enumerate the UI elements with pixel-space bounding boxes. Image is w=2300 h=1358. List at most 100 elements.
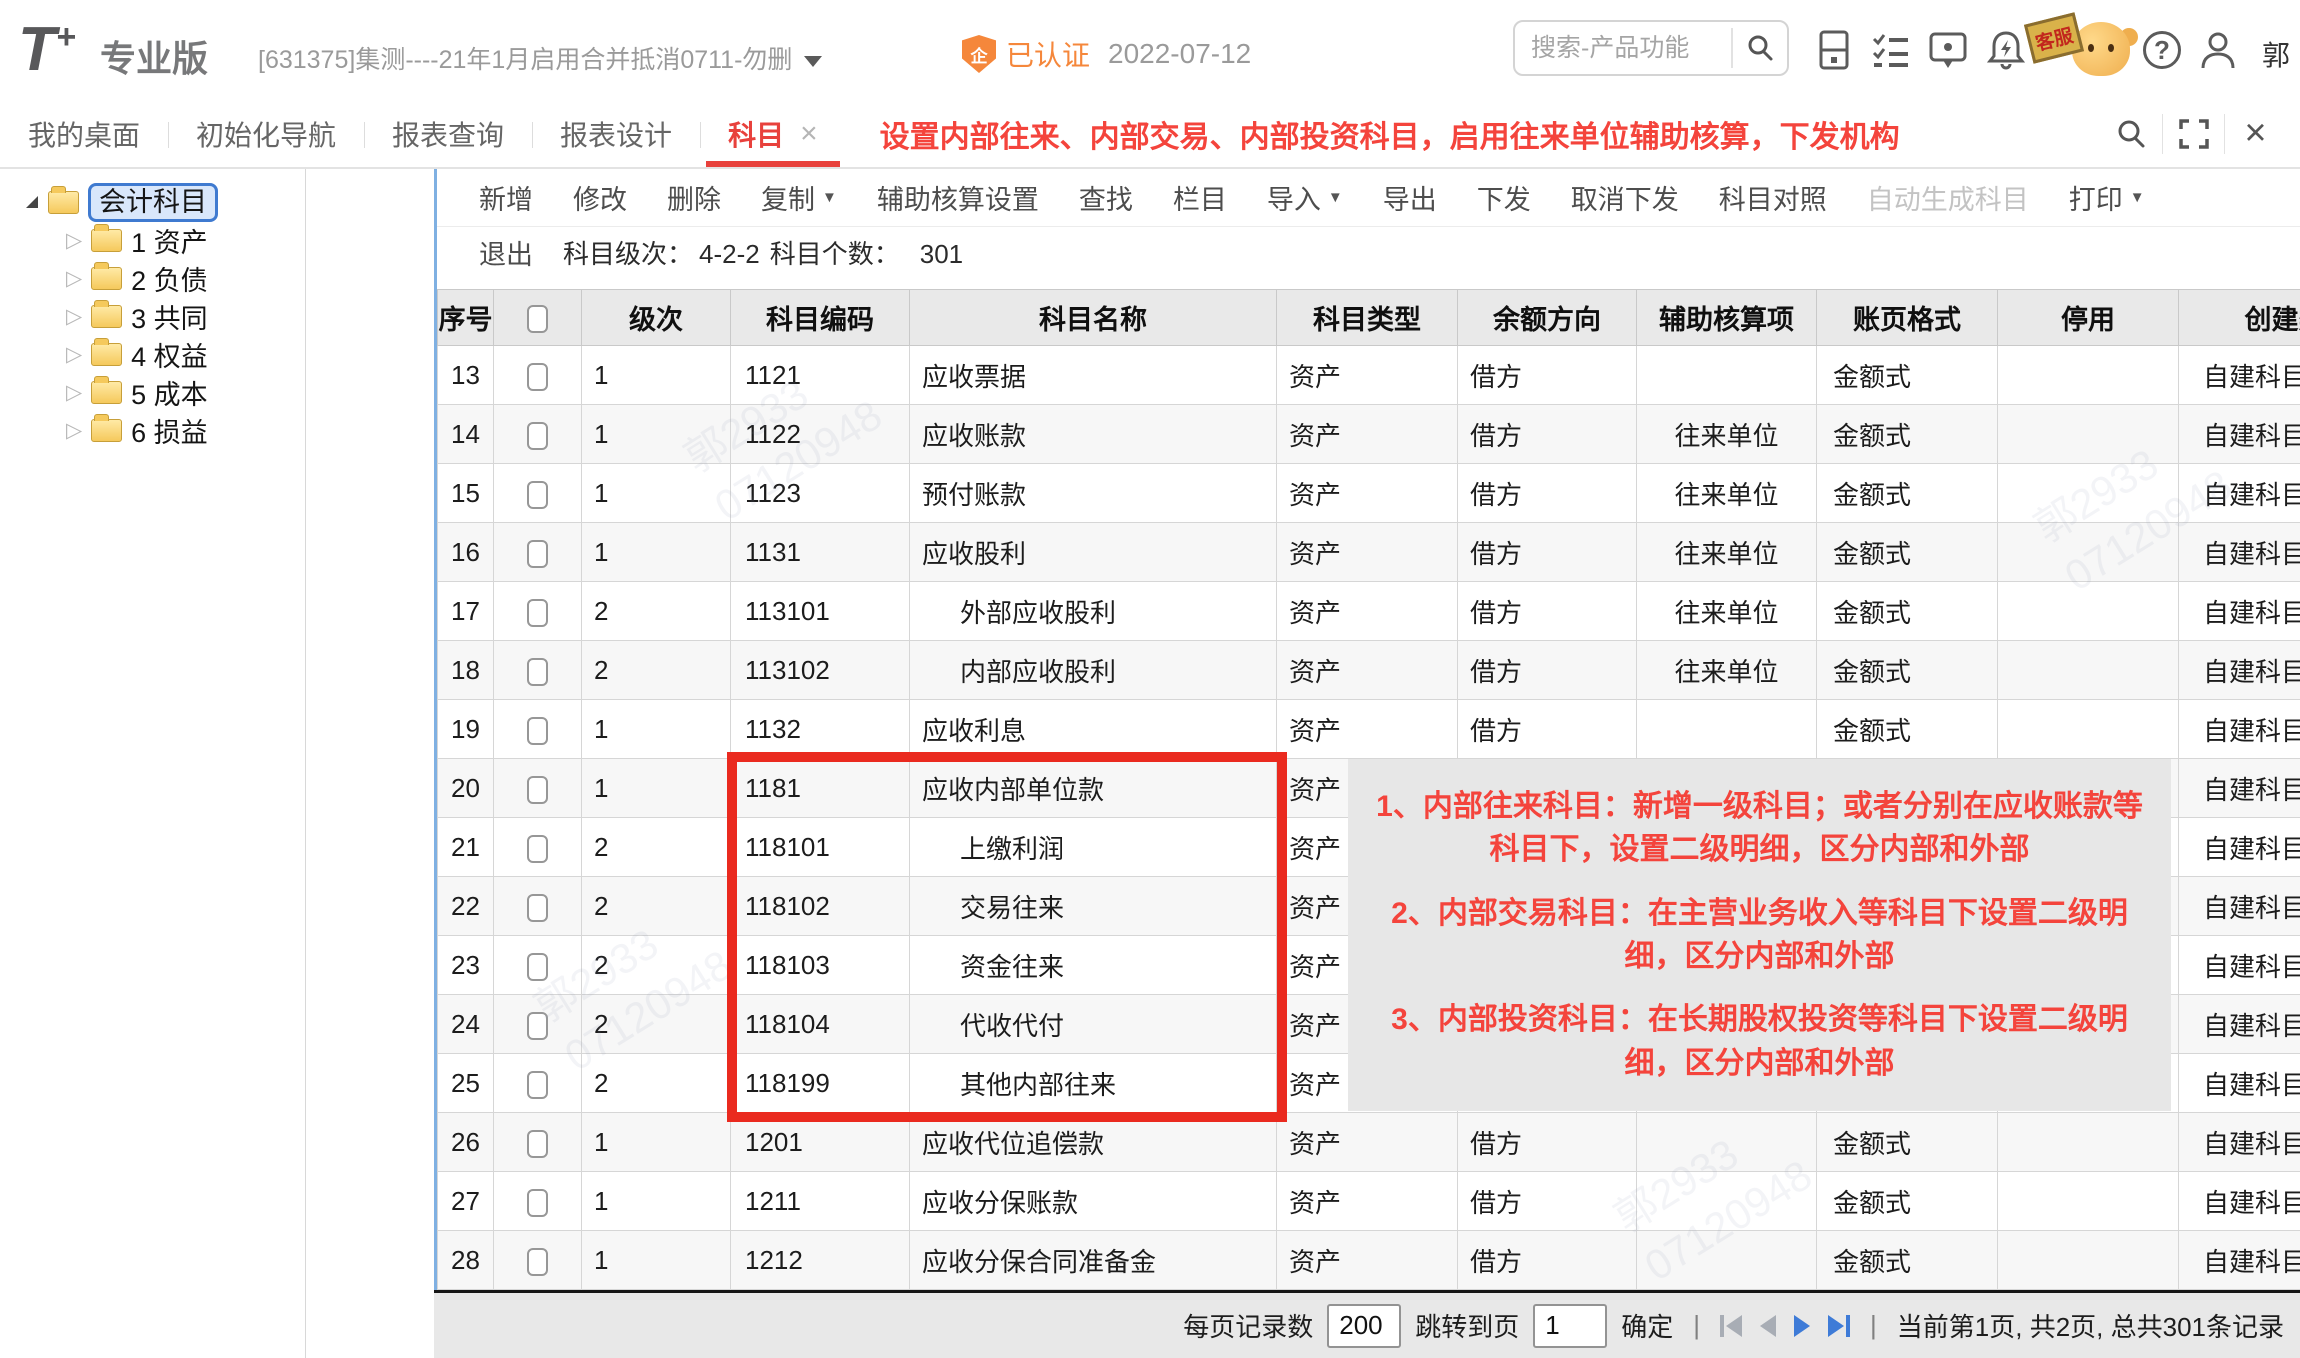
cell-name: 应收分保账款 — [909, 1171, 1277, 1231]
account-tree-sidebar: 会计科目 ▷ 1 资产 ▷ 2 负债 ▷ 3 共同 ▷ 4 权益 ▷ 5 成本 ▷ 6 损益 — [0, 169, 306, 1358]
tree-collapsed-caret-icon[interactable]: ▷ — [66, 228, 82, 253]
column-header: 创建类型 — [2178, 289, 2300, 346]
cell-aux — [1636, 1171, 1817, 1231]
tree-collapsed-caret-icon[interactable]: ▷ — [66, 342, 82, 367]
tab-close-icon[interactable]: × — [800, 117, 818, 151]
button-label: 导出 — [1382, 185, 1437, 215]
toolbar-button-导入[interactable]: 导入 ▼ — [1267, 178, 1343, 217]
tab-label: 我的桌面 — [28, 119, 141, 151]
row-checkbox[interactable] — [527, 1188, 548, 1217]
tree-root-label: 会计科目 — [88, 182, 218, 222]
fullscreen-icon[interactable] — [2162, 113, 2224, 154]
cell-checkbox — [493, 345, 582, 405]
toolbar-button-新增[interactable]: 新增 — [479, 178, 533, 217]
table-row: 14 1 1122 应收账款 资产 借方 往来单位 金额式 自建科目 — [437, 404, 2300, 464]
confirm-button[interactable]: 确定 — [1621, 1307, 1673, 1344]
cell-created: 自建科目 — [2178, 699, 2300, 759]
cell-format: 金额式 — [1816, 1171, 1998, 1231]
message-icon[interactable] — [1926, 26, 1970, 74]
cell-created: 自建科目 — [2178, 994, 2300, 1054]
tree-item-6 损益[interactable]: ▷ 6 损益 — [66, 411, 305, 449]
button-label: 辅助核算设置 — [876, 185, 1039, 215]
cell-no: 20 — [437, 758, 494, 818]
user-icon[interactable] — [2196, 26, 2240, 74]
search-icon[interactable] — [1733, 33, 1787, 63]
row-checkbox[interactable] — [527, 1011, 548, 1040]
toolbar-button-打印[interactable]: 打印 ▼ — [2069, 178, 2145, 217]
cell-checkbox — [493, 1171, 582, 1231]
next-page-icon[interactable] — [1794, 1314, 1811, 1337]
tab-初始化导航[interactable]: 初始化导航 — [168, 100, 364, 167]
row-checkbox[interactable] — [527, 1129, 548, 1158]
edition-label: 专业版 — [100, 38, 209, 79]
select-all-checkbox[interactable] — [527, 304, 548, 333]
toolbar-button-辅助核算设置[interactable]: 辅助核算设置 — [877, 178, 1039, 217]
toolbar-button-删除[interactable]: 删除 — [667, 178, 721, 217]
cell-level: 2 — [581, 817, 731, 877]
toolbar-button-下发[interactable]: 下发 — [1477, 178, 1531, 217]
cell-name: 应收票据 — [909, 345, 1277, 405]
main-panel: 新增 修改 删除 复制 ▼ 辅助核算设置 查找 栏目 导入 ▼ 导出 下发 取消下发 科目对照 自动生成科目… — [434, 169, 2300, 1290]
tree-expanded-caret-icon[interactable] — [26, 196, 38, 208]
row-checkbox[interactable] — [527, 834, 548, 863]
toolbar-button-复制[interactable]: 复制 ▼ — [761, 178, 837, 217]
tree-item-4 权益[interactable]: ▷ 4 权益 — [66, 335, 305, 373]
toolbar-button-栏目[interactable]: 栏目 — [1173, 178, 1227, 217]
cell-direction: 借方 — [1457, 1171, 1637, 1231]
row-checkbox[interactable] — [527, 1070, 548, 1099]
toolbar-button-取消下发[interactable]: 取消下发 — [1571, 178, 1679, 217]
tab-科目[interactable]: 科目 × — [700, 100, 846, 167]
row-checkbox[interactable] — [527, 480, 548, 509]
count-label: 科目个数： — [769, 238, 900, 269]
row-checkbox[interactable] — [527, 952, 548, 981]
row-checkbox[interactable] — [527, 716, 548, 745]
row-checkbox[interactable] — [527, 893, 548, 922]
cell-no: 25 — [437, 1053, 494, 1113]
tree-item-2 负债[interactable]: ▷ 2 负债 — [66, 259, 305, 297]
search-input[interactable] — [1515, 33, 1731, 63]
tab-我的桌面[interactable]: 我的桌面 — [0, 100, 168, 167]
row-checkbox[interactable] — [527, 362, 548, 391]
tab-search-icon[interactable] — [2100, 114, 2162, 154]
tab-报表设计[interactable]: 报表设计 — [532, 100, 700, 167]
row-checkbox[interactable] — [527, 657, 548, 686]
toolbar-button-导出[interactable]: 导出 — [1383, 178, 1437, 217]
toolbar-button-查找[interactable]: 查找 — [1079, 178, 1133, 217]
checklist-icon[interactable] — [1869, 26, 1913, 74]
row-checkbox[interactable] — [527, 421, 548, 450]
row-checkbox[interactable] — [527, 539, 548, 568]
tree-root-accounting-subjects[interactable]: 会计科目 — [26, 182, 305, 222]
last-page-icon[interactable] — [1828, 1314, 1851, 1337]
tree-item-1 资产[interactable]: ▷ 1 资产 — [66, 221, 305, 259]
notification-bell-icon[interactable] — [1984, 26, 2028, 74]
tree-collapsed-caret-icon[interactable]: ▷ — [66, 266, 82, 291]
row-checkbox[interactable] — [527, 598, 548, 627]
toolbar-button-修改[interactable]: 修改 — [573, 178, 627, 217]
toolbar-button-科目对照[interactable]: 科目对照 — [1719, 178, 1827, 217]
tab-label: 初始化导航 — [196, 119, 337, 151]
help-icon[interactable]: ? — [2140, 26, 2184, 74]
row-checkbox[interactable] — [527, 1247, 548, 1276]
cell-code: 1212 — [730, 1230, 910, 1290]
customer-service-mascot-icon[interactable]: 客服 — [2023, 8, 2138, 92]
user-name[interactable]: 郭 — [2262, 34, 2290, 74]
tree-item-5 成本[interactable]: ▷ 5 成本 — [66, 373, 305, 411]
account-switcher[interactable]: [631375]集测----21年1月启用合并抵消0711-勿删 — [258, 40, 823, 76]
first-page-icon[interactable] — [1720, 1314, 1743, 1337]
cell-checkbox — [493, 994, 582, 1054]
tab-报表查询[interactable]: 报表查询 — [364, 100, 532, 167]
per-page-input[interactable] — [1327, 1303, 1402, 1348]
tree-collapsed-caret-icon[interactable]: ▷ — [66, 418, 82, 443]
cell-level: 2 — [581, 935, 731, 995]
exit-button[interactable]: 退出 — [479, 233, 533, 272]
row-checkbox[interactable] — [527, 775, 548, 804]
prev-page-icon[interactable] — [1760, 1314, 1777, 1337]
tree-collapsed-caret-icon[interactable]: ▷ — [66, 380, 82, 405]
tree-collapsed-caret-icon[interactable]: ▷ — [66, 304, 82, 329]
close-icon[interactable]: × — [2224, 112, 2286, 154]
goto-page-input[interactable] — [1533, 1303, 1608, 1348]
tree-item-label: 2 负债 — [131, 265, 208, 296]
device-icon[interactable] — [1812, 26, 1856, 74]
table-row: 19 1 1132 应收利息 资产 借方 金额式 自建科目 — [437, 699, 2300, 759]
tree-item-3 共同[interactable]: ▷ 3 共同 — [66, 297, 305, 335]
